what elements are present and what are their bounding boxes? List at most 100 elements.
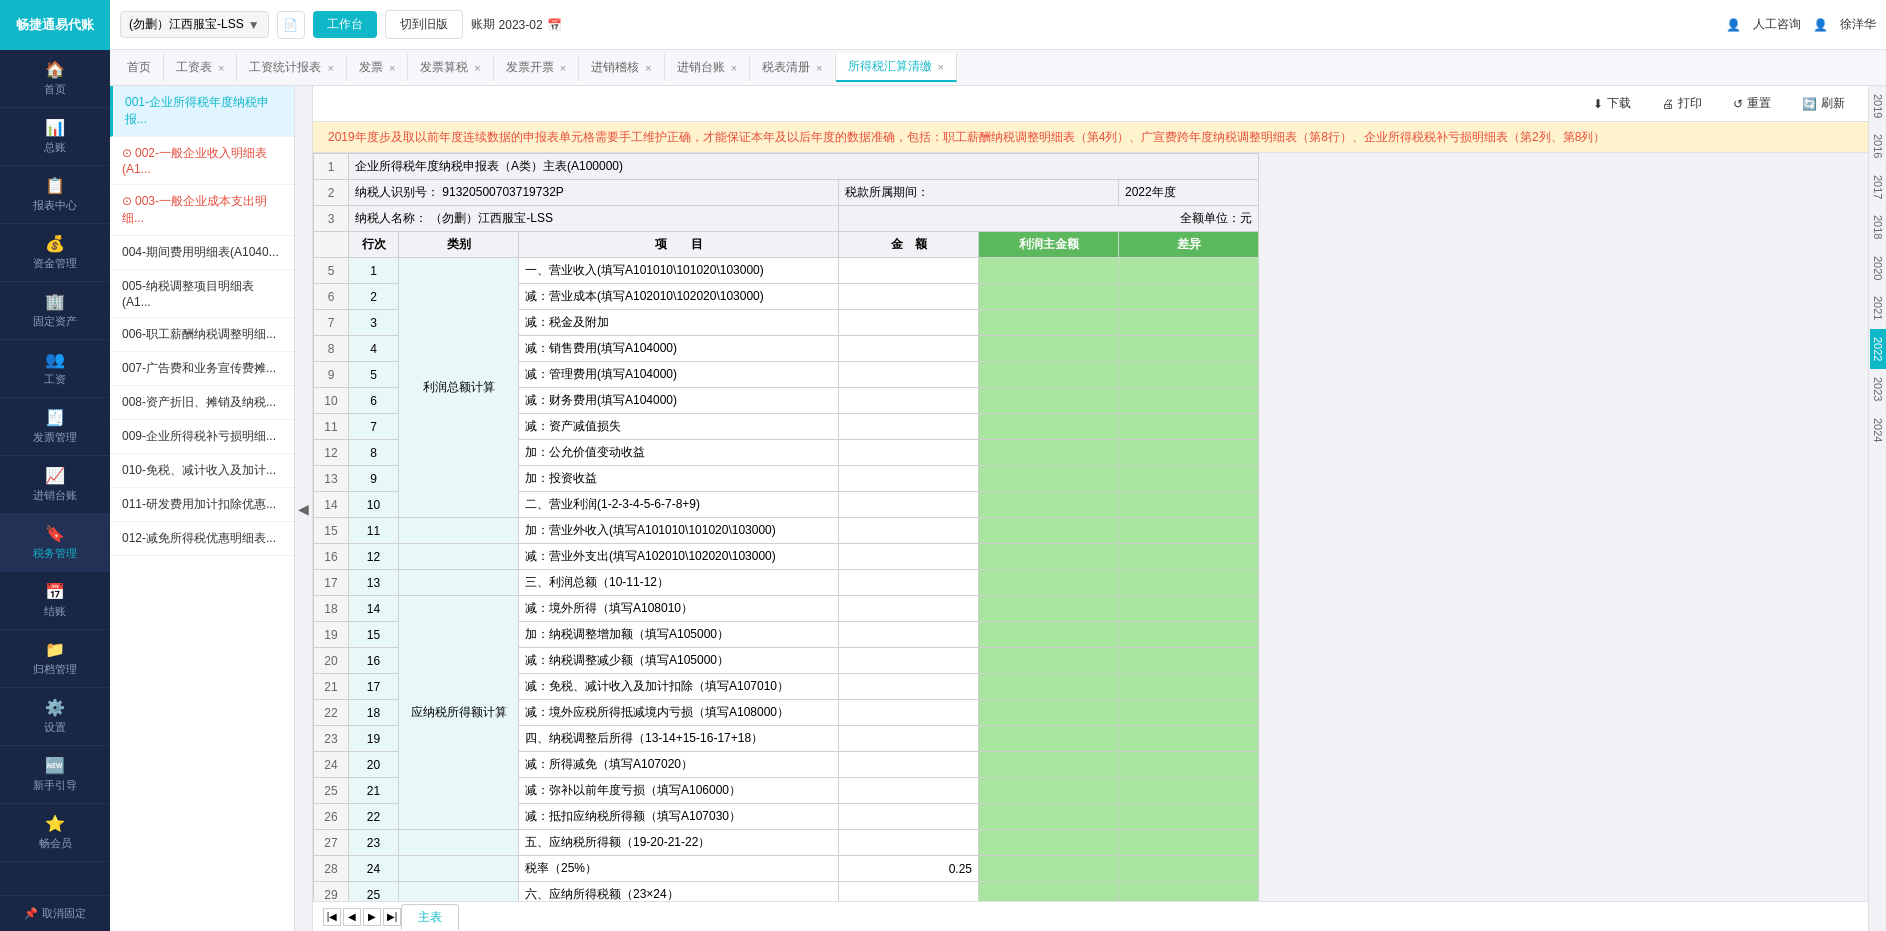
year-2021[interactable]: 2021 — [1870, 288, 1886, 328]
tab-invoice-open-close[interactable]: × — [560, 62, 566, 74]
sidebar-item-payroll[interactable]: 👥 工资 — [0, 340, 110, 398]
year-2023[interactable]: 2023 — [1870, 369, 1886, 409]
form-item-005[interactable]: 005-纳税调整项目明细表(A1... — [110, 270, 294, 318]
refresh-button[interactable]: 🔄 刷新 — [1794, 91, 1853, 116]
form-item-007[interactable]: 007-广告费和业务宣传费摊... — [110, 352, 294, 386]
sidebar-item-settings[interactable]: ⚙️ 设置 — [0, 688, 110, 746]
sidebar-item-label: 畅会员 — [39, 836, 72, 851]
reset-button[interactable]: ↺ 重置 — [1725, 91, 1779, 116]
col-d-5[interactable] — [839, 258, 979, 284]
tab-sales-ledger-close[interactable]: × — [731, 62, 737, 74]
sidebar-item-tax[interactable]: 🔖 税务管理 — [0, 514, 110, 572]
sidebar-item-label: 新手引导 — [33, 778, 77, 793]
year-2017[interactable]: 2017 — [1870, 167, 1886, 207]
year-2018[interactable]: 2018 — [1870, 207, 1886, 247]
year-2020[interactable]: 2020 — [1870, 248, 1886, 288]
col-f-header: 差异 — [1119, 232, 1259, 258]
tab-tax-table-label: 税表清册 — [762, 59, 810, 76]
sidebar-item-sales[interactable]: 📈 进销台账 — [0, 456, 110, 514]
tab-invoice-tax[interactable]: 发票算税 × — [408, 54, 493, 81]
tab-home[interactable]: 首页 — [115, 54, 164, 81]
col-a-5[interactable]: 1 — [349, 258, 399, 284]
tab-invoice-close[interactable]: × — [389, 62, 395, 74]
table-row: 5 1 利润总额计算 一、营业收入(填写A101010\101020\10300… — [314, 258, 1259, 284]
taxpayer-id-label: 纳税人识别号： — [355, 185, 439, 199]
form-item-006[interactable]: 006-职工薪酬纳税调整明细... — [110, 318, 294, 352]
tab-sales-ledger-label: 进销台账 — [677, 59, 725, 76]
form-list-panel: 001-企业所得税年度纳税申报... ⊙002-一般企业收入明细表(A1... … — [110, 86, 295, 931]
scroll-last-btn[interactable]: ▶| — [383, 908, 401, 926]
form-item-010[interactable]: 010-免税、减计收入及加计... — [110, 454, 294, 488]
form-item-009[interactable]: 009-企业所得税补亏损明细... — [110, 420, 294, 454]
col-c-5[interactable]: 一、营业收入(填写A101010\101020\103000) — [519, 258, 839, 284]
tab-sales-ledger[interactable]: 进销台账 × — [665, 54, 750, 81]
row-num: 5 — [314, 258, 349, 284]
scroll-next-btn[interactable]: ▶ — [363, 908, 381, 926]
tab-income-tax[interactable]: 所得税汇算清缴 × — [836, 53, 957, 82]
sidebar-item-reports[interactable]: 📋 报表中心 — [0, 166, 110, 224]
tab-audit[interactable]: 进销稽核 × — [579, 54, 664, 81]
sidebar-item-home[interactable]: 🏠 首页 — [0, 50, 110, 108]
document-icon-btn[interactable]: 📄 — [277, 11, 305, 39]
topbar-right: 👤 人工咨询 👤 徐洋华 — [1726, 16, 1876, 33]
workstation-button[interactable]: 工作台 — [313, 11, 377, 38]
tab-income-tax-close[interactable]: × — [938, 61, 944, 73]
col-f-5[interactable] — [1119, 258, 1259, 284]
form-item-011[interactable]: 011-研发费用加计扣除优惠... — [110, 488, 294, 522]
download-button[interactable]: ⬇ 下载 — [1585, 91, 1639, 116]
year-2022[interactable]: 2022 — [1870, 329, 1886, 369]
switch-version-button[interactable]: 切到旧版 — [385, 10, 463, 39]
tab-invoice[interactable]: 发票 × — [347, 54, 408, 81]
year-2016[interactable]: 2016 — [1870, 126, 1886, 166]
tab-income-tax-label: 所得税汇算清缴 — [848, 58, 932, 75]
tab-invoice-tax-close[interactable]: × — [474, 62, 480, 74]
sidebar-item-member[interactable]: ⭐ 畅会员 — [0, 804, 110, 862]
service-icon: 👤 — [1726, 18, 1741, 32]
collapse-panel-btn[interactable]: ◀ — [295, 86, 313, 931]
sidebar-item-ledger[interactable]: 📊 总账 — [0, 108, 110, 166]
company-selector[interactable]: (勿删）江西服宝-LSS ▼ — [120, 11, 269, 38]
tab-tax-table[interactable]: 税表清册 × — [750, 54, 835, 81]
content-area: 001-企业所得税年度纳税申报... ⊙002-一般企业收入明细表(A1... … — [110, 86, 1886, 931]
form-item-008[interactable]: 008-资产折旧、摊销及纳税... — [110, 386, 294, 420]
col-e-5[interactable] — [979, 258, 1119, 284]
tab-payroll[interactable]: 工资表 × — [164, 54, 237, 81]
bottom-tab-main[interactable]: 主表 — [401, 904, 459, 930]
tab-payroll-stats[interactable]: 工资统计报表 × — [237, 54, 346, 81]
sheet-container[interactable]: 1 企业所得税年度纳税申报表（A类）主表(A100000) 2 纳税人识别号： … — [313, 153, 1868, 901]
scroll-first-btn[interactable]: |◀ — [323, 908, 341, 926]
year-2024[interactable]: 2024 — [1870, 410, 1886, 450]
tab-payroll-close[interactable]: × — [218, 62, 224, 74]
tab-bar: 首页 工资表 × 工资统计报表 × 发票 × 发票算税 × 发票开票 × — [110, 50, 1886, 86]
tab-audit-close[interactable]: × — [645, 62, 651, 74]
scroll-prev-btn[interactable]: ◀ — [343, 908, 361, 926]
tab-payroll-stats-close[interactable]: × — [327, 62, 333, 74]
form-item-002[interactable]: ⊙002-一般企业收入明细表(A1... — [110, 137, 294, 185]
col-b-header: 类别 — [399, 232, 519, 258]
form-item-001[interactable]: 001-企业所得税年度纳税申报... — [110, 86, 294, 137]
sidebar-items-list: 🏠 首页 📊 总账 📋 报表中心 💰 资金管理 🏢 固定资产 👥 工资 — [0, 50, 110, 895]
sidebar-item-archive[interactable]: 📁 归档管理 — [0, 630, 110, 688]
service-label[interactable]: 人工咨询 — [1753, 16, 1801, 33]
invoices-icon: 🧾 — [45, 408, 65, 427]
newguide-icon: 🆕 — [45, 756, 65, 775]
print-button[interactable]: 🖨 打印 — [1654, 91, 1710, 116]
table-row-info1: 2 纳税人识别号： 91320500703719732P 税款所属期间： 202… — [314, 180, 1259, 206]
year-2019[interactable]: 2019 — [1870, 86, 1886, 126]
funds-icon: 💰 — [45, 234, 65, 253]
sidebar-item-funds[interactable]: 💰 资金管理 — [0, 224, 110, 282]
sales-icon: 📈 — [45, 466, 65, 485]
sidebar-item-newguide[interactable]: 🆕 新手引导 — [0, 746, 110, 804]
sidebar-item-label: 固定资产 — [33, 314, 77, 329]
sidebar-footer-pin[interactable]: 📌 取消固定 — [0, 895, 110, 931]
sidebar-item-period[interactable]: 📅 结账 — [0, 572, 110, 630]
sidebar-item-assets[interactable]: 🏢 固定资产 — [0, 282, 110, 340]
tab-invoice-open[interactable]: 发票开票 × — [494, 54, 579, 81]
col-a-header: 行次 — [349, 232, 399, 258]
form-item-003[interactable]: ⊙003-一般企业成本支出明细... — [110, 185, 294, 236]
sidebar-item-invoices[interactable]: 🧾 发票管理 — [0, 398, 110, 456]
table-row-title: 1 企业所得税年度纳税申报表（A类）主表(A100000) — [314, 154, 1259, 180]
tab-tax-table-close[interactable]: × — [816, 62, 822, 74]
form-item-004[interactable]: 004-期间费用明细表(A1040... — [110, 236, 294, 270]
form-item-012[interactable]: 012-减免所得税优惠明细表... — [110, 522, 294, 556]
